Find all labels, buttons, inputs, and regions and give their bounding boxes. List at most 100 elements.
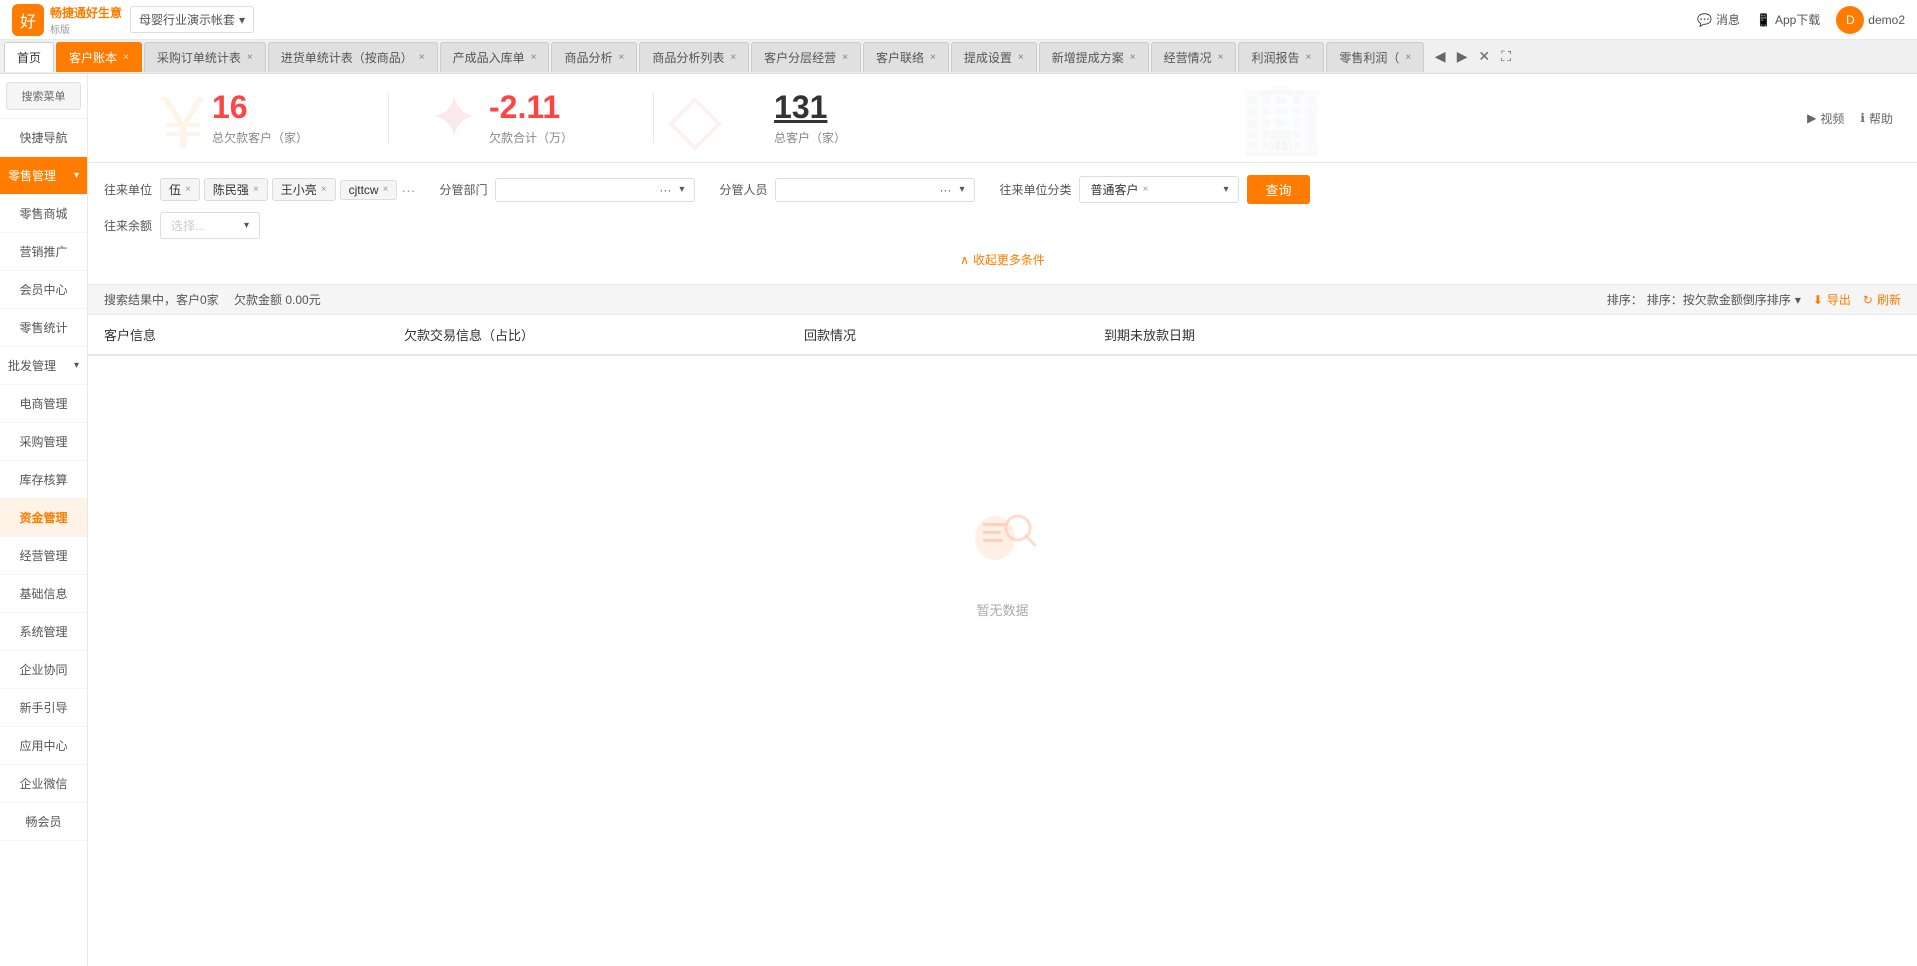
tab-customer-segment[interactable]: 客户分层经营 × <box>751 42 861 72</box>
help-btn[interactable]: ℹ 帮助 <box>1860 110 1893 127</box>
person-chevron-icon: ▾ <box>959 184 964 195</box>
tab-label: 采购订单统计表 <box>157 49 241 66</box>
residual-chevron-icon: ▾ <box>244 220 249 231</box>
tab-label: 经营情况 <box>1164 49 1212 66</box>
sidebar-item-enterprise-wechat[interactable]: 企业微信 <box>0 765 87 803</box>
sidebar-item-ecommerce[interactable]: 电商管理 <box>0 385 87 423</box>
sort-chevron-icon: ▾ <box>1795 293 1801 307</box>
close-icon[interactable]: × <box>1218 52 1224 63</box>
sidebar-item-system[interactable]: 系统管理 <box>0 613 87 651</box>
close-icon[interactable]: × <box>842 52 848 63</box>
more-tags-btn[interactable]: ··· <box>401 182 415 198</box>
close-icon[interactable]: × <box>123 52 129 63</box>
sidebar-item-capital[interactable]: 资金管理 <box>0 499 87 537</box>
close-icon[interactable]: × <box>730 52 736 63</box>
sort-value: 排序：按欠款金额倒序排序 <box>1647 291 1791 308</box>
sidebar-item-operations[interactable]: 经营管理 <box>0 537 87 575</box>
tab-profit-report[interactable]: 利润报告 × <box>1238 42 1324 72</box>
tab-scroll-right[interactable]: ▶ <box>1452 47 1472 67</box>
sidebar-item-inventory[interactable]: 库存核算 <box>0 461 87 499</box>
collapse-filters-btn[interactable]: ∧ 收起更多条件 <box>104 247 1901 272</box>
tab-home[interactable]: 首页 <box>4 42 54 72</box>
collapse-up-icon: ∧ <box>960 253 969 267</box>
tab-customer-contact[interactable]: 客户联络 × <box>863 42 949 72</box>
close-icon[interactable]: × <box>1405 52 1411 63</box>
app-download-btn[interactable]: 📱 App下载 <box>1756 11 1820 28</box>
close-icon[interactable]: × <box>247 52 253 63</box>
sidebar-item-newbie[interactable]: 新手引导 <box>0 689 87 727</box>
user-profile[interactable]: D demo2 <box>1836 6 1905 34</box>
remove-category-tag[interactable]: × <box>1143 184 1149 195</box>
tab-goods-stats[interactable]: 进货单统计表（按商品） × <box>268 42 438 72</box>
sidebar: 搜索菜单 快捷导航 零售管理 ▾ 零售商城 营销推广 会员中心 零售统计 批发管… <box>0 74 88 966</box>
tab-retail-profit[interactable]: 零售利润（ × <box>1326 42 1424 72</box>
search-menu-btn[interactable]: 搜索菜单 <box>6 82 81 110</box>
debt-amount-text: 欠款金额 0.00元 <box>234 293 321 307</box>
sidebar-item-batch-manage[interactable]: 批发管理 ▾ <box>0 347 87 385</box>
main-layout: 搜索菜单 快捷导航 零售管理 ▾ 零售商城 营销推广 会员中心 零售统计 批发管… <box>0 74 1917 966</box>
close-icon[interactable]: × <box>1130 52 1136 63</box>
tab-fullscreen[interactable]: ⛶ <box>1496 47 1516 67</box>
sidebar-item-retail-mall[interactable]: 零售商城 <box>0 195 87 233</box>
tab-purchase-order-stats[interactable]: 采购订单统计表 × <box>144 42 266 72</box>
sort-label: 排序： <box>1607 291 1643 308</box>
sidebar-item-app-center[interactable]: 应用中心 <box>0 727 87 765</box>
refresh-btn[interactable]: ↻ 刷新 <box>1863 291 1901 308</box>
export-label: 导出 <box>1827 291 1851 308</box>
sidebar-item-label: 批发管理 <box>8 357 56 374</box>
filter-area: 往来单位 伍 × 陈民强 × 王小亮 × cjttcw <box>88 163 1917 285</box>
tab-bar: 首页 客户账本 × 采购订单统计表 × 进货单统计表（按商品） × 产成品入库单… <box>0 40 1917 74</box>
tab-promotion-settings[interactable]: 提成设置 × <box>951 42 1037 72</box>
residual-select[interactable]: 选择... ▾ <box>160 212 260 239</box>
close-icon[interactable]: × <box>1305 52 1311 63</box>
remove-tag-wu[interactable]: × <box>185 184 191 195</box>
filter-tag-wu: 伍 × <box>160 178 200 201</box>
sidebar-item-retail-manage[interactable]: 零售管理 ▾ <box>0 157 87 195</box>
sidebar-item-retail-stats[interactable]: 零售统计 <box>0 309 87 347</box>
tab-business-status[interactable]: 经营情况 × <box>1151 42 1237 72</box>
sidebar-item-purchase[interactable]: 采购管理 <box>0 423 87 461</box>
close-icon[interactable]: × <box>419 52 425 63</box>
sidebar-item-enterprise[interactable]: 企业协同 <box>0 651 87 689</box>
remove-tag-chen[interactable]: × <box>253 184 259 195</box>
sidebar-item-label: 零售管理 <box>8 167 56 184</box>
remove-tag-wang[interactable]: × <box>321 184 327 195</box>
sidebar-item-vip[interactable]: 畅会员 <box>0 803 87 841</box>
close-icon[interactable]: × <box>1018 52 1024 63</box>
tab-product-in[interactable]: 产成品入库单 × <box>440 42 550 72</box>
close-icon[interactable]: × <box>531 52 537 63</box>
logo-area: 好 畅捷通好生意 标版 <box>12 4 122 36</box>
sort-select[interactable]: 排序： 排序：按欠款金额倒序排序 ▾ <box>1607 291 1801 308</box>
bg-building-icon: 🏢 <box>1238 77 1325 159</box>
close-icon[interactable]: × <box>618 52 624 63</box>
unit-category-select[interactable]: 普通客户 × ▾ <box>1079 176 1239 203</box>
person-select[interactable]: ··· ▾ <box>775 178 975 202</box>
company-select[interactable]: 母婴行业演示帐套 ▾ <box>130 6 254 33</box>
tab-label: 零售利润（ <box>1339 49 1399 66</box>
tab-customer-ledger[interactable]: 客户账本 × <box>56 42 142 72</box>
sidebar-item-quick-nav[interactable]: 快捷导航 <box>0 119 87 157</box>
sidebar-item-basics[interactable]: 基础信息 <box>0 575 87 613</box>
stats-bar: ￥ ◇ 🏢 16 总欠款客户（家） ✦ -2.11 欠款合计（万） <box>88 74 1917 163</box>
query-button[interactable]: 查询 <box>1247 175 1309 204</box>
logo-title: 畅捷通好生意 <box>50 4 122 21</box>
tab-label: 新增提成方案 <box>1052 49 1124 66</box>
tab-label: 产成品入库单 <box>453 49 525 66</box>
tab-goods-analysis-list[interactable]: 商品分析列表 × <box>639 42 749 72</box>
sidebar-item-marketing[interactable]: 营销推广 <box>0 233 87 271</box>
remove-tag-cjttcw[interactable]: × <box>383 184 389 195</box>
filter-tag-wang: 王小亮 × <box>272 178 336 201</box>
video-btn[interactable]: ▶ 视频 <box>1807 110 1844 127</box>
tab-goods-analysis[interactable]: 商品分析 × <box>551 42 637 72</box>
results-actions: 排序： 排序：按欠款金额倒序排序 ▾ ⬇ 导出 ↻ 刷新 <box>1607 291 1901 308</box>
export-btn[interactable]: ⬇ 导出 <box>1813 291 1851 308</box>
tab-new-promotion[interactable]: 新增提成方案 × <box>1039 42 1149 72</box>
tab-scroll-left[interactable]: ◀ <box>1430 47 1450 67</box>
tab-close-all[interactable]: ✕ <box>1474 47 1494 67</box>
sidebar-item-member[interactable]: 会员中心 <box>0 271 87 309</box>
dept-select[interactable]: ··· ▾ <box>495 178 695 202</box>
message-btn[interactable]: 💬 消息 <box>1697 11 1740 28</box>
empty-text: 暂无数据 <box>976 600 1028 619</box>
unit-category-tag: 普通客户 × <box>1090 181 1148 198</box>
close-icon[interactable]: × <box>930 52 936 63</box>
